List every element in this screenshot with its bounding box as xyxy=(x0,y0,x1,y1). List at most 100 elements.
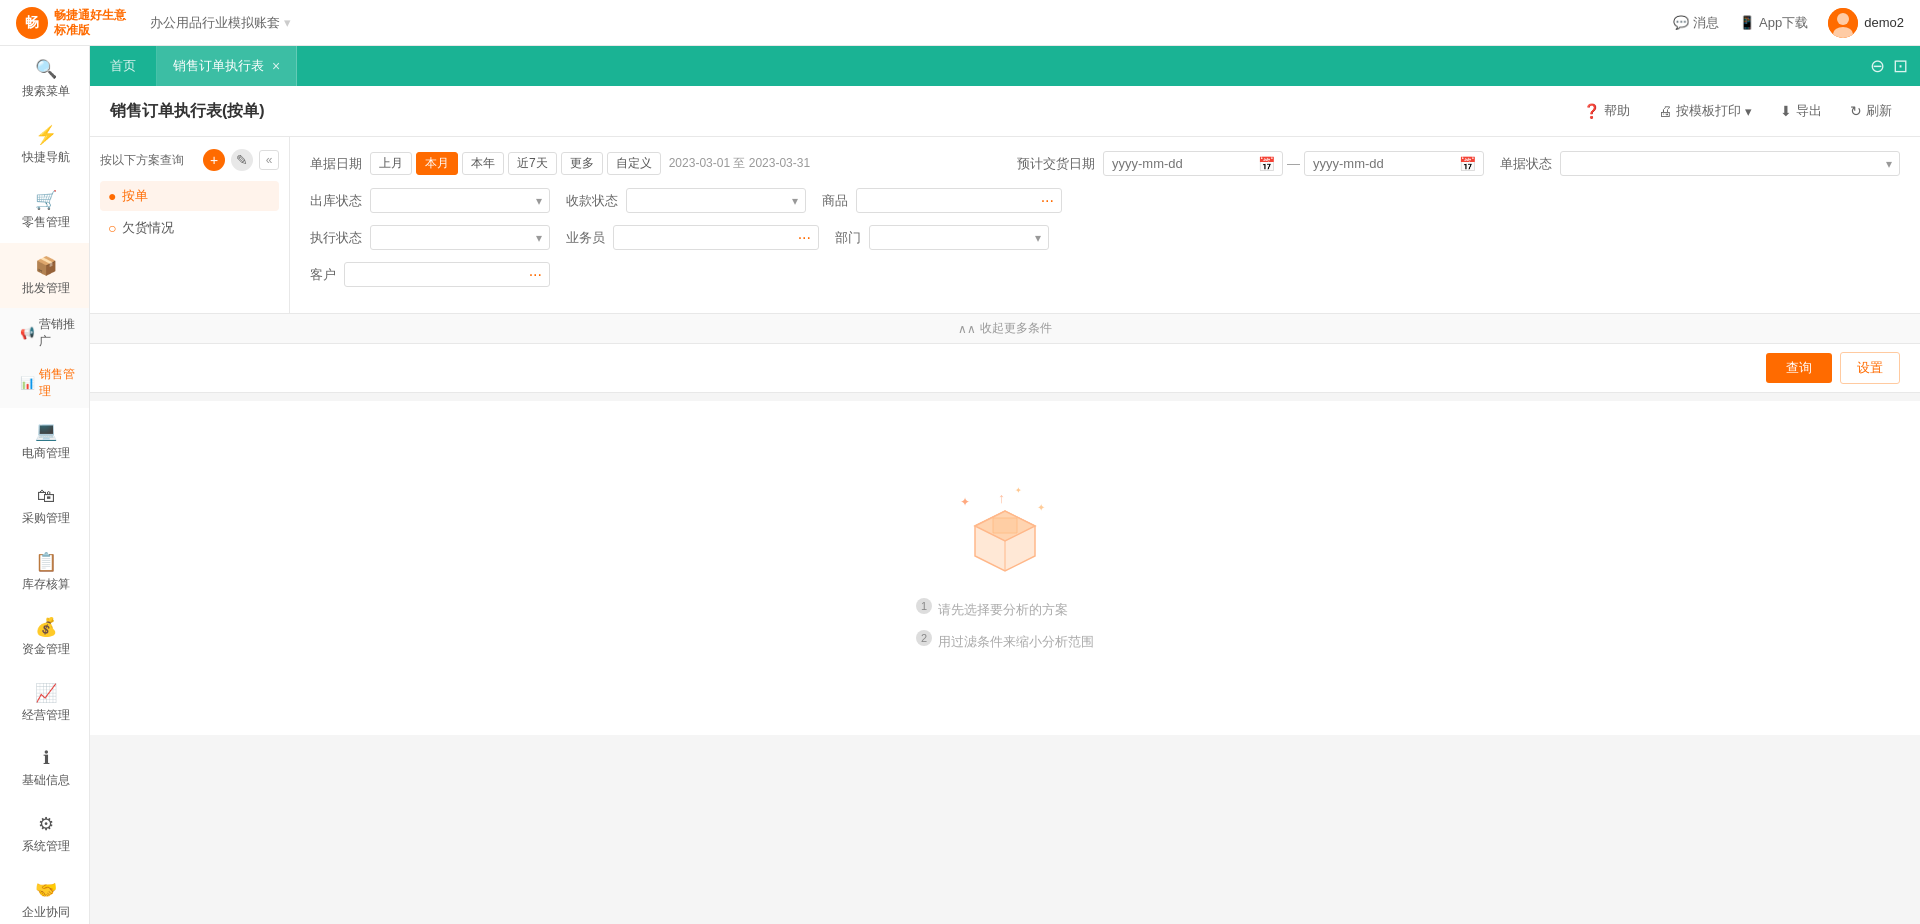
logo-text: 畅捷通好生意 标准版 xyxy=(54,8,126,37)
date-input-group: 📅 — 📅 xyxy=(1103,151,1484,176)
sidebar-item-enterprise[interactable]: 🤝 企业协同 xyxy=(0,867,89,924)
query-button[interactable]: 查询 xyxy=(1766,353,1832,383)
export-button[interactable]: ⬇ 导出 xyxy=(1772,98,1830,124)
tab-minimize-button[interactable]: ⊖ xyxy=(1870,55,1885,77)
page-content: 销售订单执行表(按单) ❓ 帮助 🖨 按模板打印 ▾ ⬇ 导出 xyxy=(90,86,1920,924)
empty-state: ✦ ✦ ✦ ↑ 1 请先选择要分析的方案 2 用过滤条件来缩小分析范围 xyxy=(90,401,1920,735)
sidebar-sub-sales[interactable]: 📊 销售管理 xyxy=(0,358,89,408)
sidebar-item-wholesale[interactable]: 📦 批发管理 xyxy=(0,243,89,309)
add-scheme-button[interactable]: + xyxy=(203,149,225,171)
customer-more-icon[interactable]: ··· xyxy=(529,266,542,284)
messages-button[interactable]: 💬 消息 xyxy=(1673,14,1719,32)
filter-row-4: 客户 ··· xyxy=(310,262,1900,287)
date-btn-lastmonth[interactable]: 上月 xyxy=(370,152,412,175)
info-icon: ℹ xyxy=(43,747,50,769)
print-dropdown-icon[interactable]: ▾ xyxy=(1745,104,1752,119)
sidebar-item-finance[interactable]: 💰 资金管理 xyxy=(0,604,89,670)
status-select[interactable] xyxy=(1560,151,1900,176)
operations-icon: 📈 xyxy=(35,682,57,704)
tab-active[interactable]: 销售订单执行表 × xyxy=(157,46,297,86)
sidebar-item-system[interactable]: ⚙ 系统管理 xyxy=(0,801,89,867)
export-icon: ⬇ xyxy=(1780,103,1792,119)
filter-item-goods: 商品 ··· xyxy=(822,188,1062,213)
delivery-select[interactable] xyxy=(370,188,550,213)
salesperson-more-icon[interactable]: ··· xyxy=(798,229,811,247)
svg-marker-6 xyxy=(993,518,1017,533)
filter-row-1: 单据日期 上月 本月 本年 近7天 更多 自定义 2023-03-01 至 20… xyxy=(310,151,1900,176)
date-btn-currentmonth[interactable]: 本月 xyxy=(416,152,458,175)
goods-input[interactable] xyxy=(856,188,1062,213)
filter-panel: 按以下方案查询 + ✎ « ● 按单 ○ 欠货情况 xyxy=(90,137,1920,314)
sidebar-item-inventory[interactable]: 📋 库存核算 xyxy=(0,539,89,605)
refresh-icon: ↻ xyxy=(1850,103,1862,119)
marketing-icon: 📢 xyxy=(20,326,35,340)
user-area[interactable]: demo2 xyxy=(1828,8,1904,38)
date-end-icon[interactable]: 📅 xyxy=(1459,156,1476,172)
main-layout: 🔍 搜索菜单 ⚡ 快捷导航 🛒 零售管理 📦 批发管理 📢 营销推广 📊 销售管… xyxy=(0,46,1920,924)
date-start-icon[interactable]: 📅 xyxy=(1258,156,1275,172)
execution-select[interactable] xyxy=(370,225,550,250)
scheme-item-shortage[interactable]: ○ 欠货情况 xyxy=(100,213,279,243)
collapse-scheme-button[interactable]: « xyxy=(259,150,279,170)
filter-collapse-row: ∧∧ 收起更多条件 xyxy=(90,314,1920,344)
refresh-button[interactable]: ↻ 刷新 xyxy=(1842,98,1900,124)
sidebar-item-retail[interactable]: 🛒 零售管理 xyxy=(0,177,89,243)
page-header: 销售订单执行表(按单) ❓ 帮助 🖨 按模板打印 ▾ ⬇ 导出 xyxy=(90,86,1920,137)
date-btn-more[interactable]: 更多 xyxy=(561,152,603,175)
svg-text:✦: ✦ xyxy=(1015,486,1022,495)
date-btn-custom[interactable]: 自定义 xyxy=(607,152,661,175)
filter-item-customer: 客户 ··· xyxy=(310,262,550,287)
salesperson-input-wrapper: ··· xyxy=(613,225,819,250)
tab-expand-button[interactable]: ⊡ xyxy=(1893,55,1908,77)
order-icon: ● xyxy=(108,188,116,204)
empty-tip-2: 2 用过滤条件来缩小分析范围 xyxy=(916,629,1094,655)
date-separator: — xyxy=(1287,156,1300,171)
download-icon: 📱 xyxy=(1739,15,1755,30)
breadcrumb: 办公用品行业模拟账套 ▾ xyxy=(150,14,291,32)
payment-select[interactable] xyxy=(626,188,806,213)
user-avatar xyxy=(1828,8,1858,38)
tab-home[interactable]: 首页 xyxy=(90,46,157,86)
sidebar-item-operations[interactable]: 📈 经营管理 xyxy=(0,670,89,736)
print-button[interactable]: 🖨 按模板打印 ▾ xyxy=(1650,98,1760,124)
filter-item-department: 部门 xyxy=(835,225,1049,250)
tab-close-button[interactable]: × xyxy=(272,58,280,74)
search-icon: 🔍 xyxy=(35,58,57,80)
salesperson-input[interactable] xyxy=(613,225,819,250)
quicknav-icon: ⚡ xyxy=(35,124,57,146)
wholesale-icon: 📦 xyxy=(35,255,57,277)
tab-bar: 首页 销售订单执行表 × ⊖ ⊡ xyxy=(90,46,1920,86)
goods-more-icon[interactable]: ··· xyxy=(1041,192,1054,210)
collapse-button[interactable]: ∧∧ 收起更多条件 xyxy=(958,320,1052,337)
sidebar-item-quicknav[interactable]: ⚡ 快捷导航 xyxy=(0,112,89,178)
sidebar-item-search[interactable]: 🔍 搜索菜单 xyxy=(0,46,89,112)
ecommerce-icon: 💻 xyxy=(35,420,57,442)
edit-scheme-button[interactable]: ✎ xyxy=(231,149,253,171)
app-download-button[interactable]: 📱 App下载 xyxy=(1739,14,1808,32)
settings-button[interactable]: 设置 xyxy=(1840,352,1900,384)
sidebar-item-ecommerce[interactable]: 💻 电商管理 xyxy=(0,408,89,474)
help-button[interactable]: ❓ 帮助 xyxy=(1575,98,1638,124)
filter-item-salesperson: 业务员 ··· xyxy=(566,225,819,250)
scheme-item-order[interactable]: ● 按单 xyxy=(100,181,279,211)
empty-tip-1: 1 请先选择要分析的方案 xyxy=(916,597,1094,623)
date-btn-recent7[interactable]: 近7天 xyxy=(508,152,557,175)
filter-scheme-panel: 按以下方案查询 + ✎ « ● 按单 ○ 欠货情况 xyxy=(90,137,290,313)
date-btn-currentyear[interactable]: 本年 xyxy=(462,152,504,175)
department-select-wrapper xyxy=(869,225,1049,250)
inventory-icon: 📋 xyxy=(35,551,57,573)
filter-item-payment: 收款状态 xyxy=(566,188,806,213)
scheme-actions: + ✎ « xyxy=(203,149,279,171)
sidebar-item-purchase[interactable]: 🛍 采购管理 xyxy=(0,474,89,539)
logo-area: 畅 畅捷通好生意 标准版 xyxy=(16,7,126,39)
expected-date-end-input[interactable] xyxy=(1304,151,1484,176)
filter-item-expected-date: 预计交货日期 📅 — 📅 xyxy=(1017,151,1484,176)
customer-input[interactable] xyxy=(344,262,550,287)
sidebar-sub-marketing[interactable]: 📢 营销推广 xyxy=(0,308,89,358)
expected-date-start-input[interactable] xyxy=(1103,151,1283,176)
sidebar-wholesale-section: 📢 营销推广 📊 销售管理 xyxy=(0,308,89,408)
sidebar-item-basic-info[interactable]: ℹ 基础信息 xyxy=(0,735,89,801)
department-select[interactable] xyxy=(869,225,1049,250)
top-bar-left: 畅 畅捷通好生意 标准版 办公用品行业模拟账套 ▾ xyxy=(16,7,291,39)
top-bar: 畅 畅捷通好生意 标准版 办公用品行业模拟账套 ▾ 💬 消息 📱 App下载 xyxy=(0,0,1920,46)
